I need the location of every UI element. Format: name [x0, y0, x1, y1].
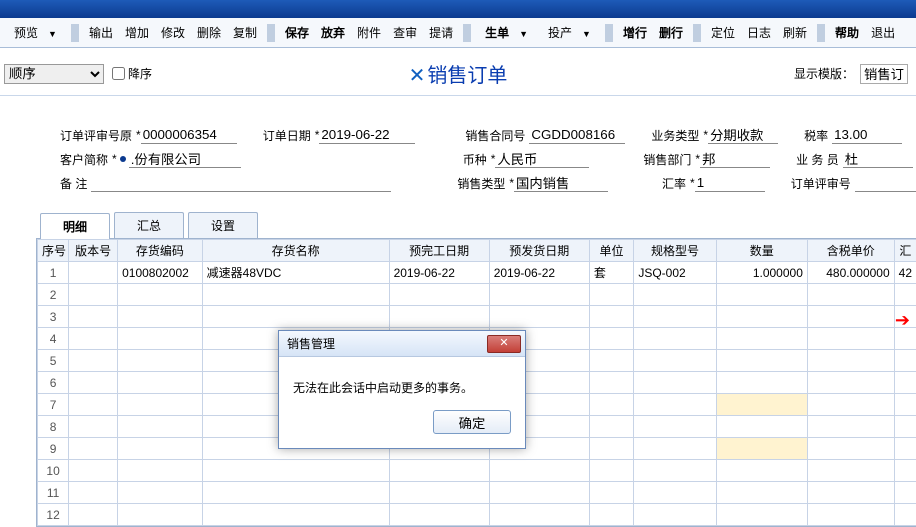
label: 税率	[804, 127, 828, 144]
contract-input[interactable]	[529, 126, 625, 144]
audit-button[interactable]: 查审	[389, 22, 421, 43]
label: 销售合同号	[465, 127, 525, 144]
currency-input[interactable]	[495, 150, 589, 168]
label: 备 注	[60, 175, 87, 192]
saletype-input[interactable]	[514, 174, 608, 192]
label: 订单评审号	[791, 175, 851, 192]
exit-button[interactable]: 退出	[867, 22, 899, 43]
dept-input[interactable]	[700, 150, 770, 168]
remark-input[interactable]	[91, 174, 391, 192]
annotation-arrow: ➔	[895, 310, 910, 331]
error-dialog: 销售管理 ✕ 无法在此会话中启动更多的事务。 确定	[278, 330, 526, 449]
table-row[interactable]: 10100802002减速器48VDC2019-06-222019-06-22套…	[38, 262, 916, 284]
page-title: ✕销售订单	[409, 59, 508, 88]
submit-button[interactable]: 提请	[425, 22, 457, 43]
template-label: 显示模版：	[794, 65, 854, 82]
tab-detail[interactable]: 明细	[40, 213, 110, 239]
grid-header: 序号版本号存货编码 存货名称预完工日期预发货日期 单位规格型号数量 含税单价汇	[38, 240, 916, 262]
descending-label: 降序	[128, 65, 152, 82]
refresh-button[interactable]: 刷新	[779, 22, 811, 43]
label: 订单评审号原	[60, 127, 132, 144]
discard-button[interactable]: 放弃	[317, 22, 349, 43]
label: 业 务 员	[796, 151, 839, 168]
preview-button[interactable]: 预览▼	[6, 22, 65, 43]
label: 销售类型	[457, 175, 505, 192]
sub-toolbar: 顺序 降序 ✕销售订单 显示模版：	[0, 48, 916, 96]
addrow-button[interactable]: 增行	[619, 22, 651, 43]
detail-tabs: 明细 汇总 设置	[0, 212, 916, 238]
biztype-input[interactable]	[708, 126, 778, 144]
locate-button[interactable]: 定位	[707, 22, 739, 43]
table-row[interactable]: 3	[38, 306, 916, 328]
dialog-title: 销售管理	[287, 335, 335, 352]
add-button[interactable]: 增加	[121, 22, 153, 43]
close-icon[interactable]: ✕	[487, 335, 521, 353]
label: 订单日期	[263, 127, 311, 144]
ok-button[interactable]: 确定	[433, 410, 511, 434]
main-toolbar: 预览▼ 输出 增加 修改 删除 复制 保存 放弃 附件 查审 提请 生单▼ 投产…	[0, 18, 916, 48]
rate-input[interactable]	[695, 174, 765, 192]
customer-input[interactable]	[129, 150, 241, 168]
delete-button[interactable]: 删除	[193, 22, 225, 43]
tax-input[interactable]	[832, 126, 902, 144]
copy-button[interactable]: 复制	[229, 22, 261, 43]
modify-button[interactable]: 修改	[157, 22, 189, 43]
clerk-input[interactable]	[843, 150, 913, 168]
delrow-button[interactable]: 删行	[655, 22, 687, 43]
tab-settings[interactable]: 设置	[188, 212, 258, 238]
table-row[interactable]: 12	[38, 504, 916, 526]
label: 币种	[463, 151, 487, 168]
order-review-orig-input[interactable]	[141, 126, 237, 144]
title-icon: ✕	[409, 65, 426, 87]
dialog-message: 无法在此会话中启动更多的事务。	[279, 357, 525, 410]
template-picker: 显示模版：	[794, 64, 908, 84]
gen-button[interactable]: 生单▼	[477, 22, 536, 43]
export-button[interactable]: 输出	[85, 22, 117, 43]
sort-order-select[interactable]: 顺序	[4, 64, 104, 84]
log-button[interactable]: 日志	[743, 22, 775, 43]
table-row[interactable]: 11	[38, 482, 916, 504]
descending-checkbox[interactable]: 降序	[112, 65, 152, 82]
attach-button[interactable]: 附件	[353, 22, 385, 43]
label: 客户简称	[60, 151, 108, 168]
save-button[interactable]: 保存	[281, 22, 313, 43]
produce-button[interactable]: 投产▼	[540, 22, 599, 43]
header-form: 订单评审号原* 订单日期* 销售合同号 业务类型* 税率 客户简称* 币种* 销…	[0, 96, 916, 208]
reviewno-input[interactable]	[855, 174, 916, 192]
label: 业务类型	[651, 127, 699, 144]
table-row[interactable]: 10	[38, 460, 916, 482]
window-titlebar	[0, 0, 916, 18]
help-button[interactable]: 帮助	[831, 22, 863, 43]
order-date-input[interactable]	[319, 126, 415, 144]
template-input[interactable]	[860, 64, 908, 84]
descending-input[interactable]	[112, 67, 125, 80]
table-row[interactable]: 2	[38, 284, 916, 306]
label: 汇率	[662, 175, 686, 192]
tab-summary[interactable]: 汇总	[114, 212, 184, 238]
label: 销售部门	[643, 151, 691, 168]
